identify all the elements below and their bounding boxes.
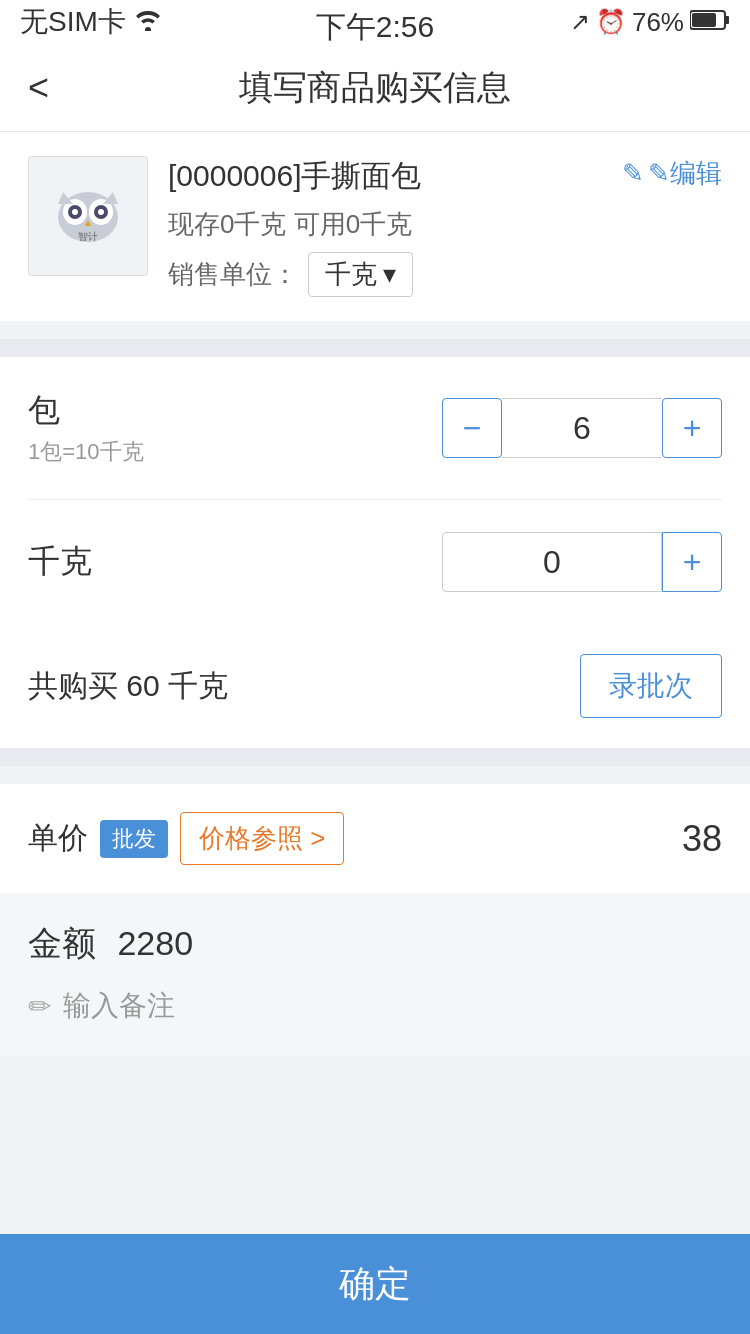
price-section: 单价 批发 价格参照 > 38 (0, 784, 750, 893)
total-text: 共购买 60 千克 (28, 666, 228, 707)
status-time: 下午2:56 (316, 7, 434, 48)
product-logo-icon: 智计 (53, 182, 123, 251)
product-stock: 现存0千克 可用0千克 (168, 207, 722, 242)
kg-row: 千克 + (28, 500, 722, 624)
product-name: [0000006]手撕面包 (168, 156, 622, 197)
wifi-icon (134, 6, 162, 38)
status-carrier: 无SIM卡 (20, 3, 162, 41)
svg-rect-2 (692, 13, 716, 27)
note-placeholder: 输入备注 (63, 987, 175, 1025)
unit-selector[interactable]: 千克 ▾ (308, 252, 413, 297)
price-label: 单价 批发 价格参照 > (28, 812, 344, 865)
pencil-icon: ✏ (28, 990, 51, 1023)
bao-minus-button[interactable]: − (442, 398, 502, 458)
confirm-text: 确定 (339, 1260, 411, 1309)
alarm-icon: ⏰ (596, 8, 626, 36)
svg-text:智计: 智计 (78, 231, 98, 242)
svg-point-9 (98, 209, 104, 215)
price-value: 38 (682, 818, 722, 860)
confirm-bar[interactable]: 确定 (0, 1234, 750, 1334)
unit-label: 销售单位： (168, 257, 298, 292)
carrier-text: 无SIM卡 (20, 3, 126, 41)
bao-stepper: − + (442, 398, 722, 458)
bao-input[interactable] (502, 398, 662, 458)
edit-icon: ✎ (622, 158, 644, 189)
kg-input[interactable] (442, 532, 662, 592)
bao-row: 包 1包=10千克 − + (28, 357, 722, 500)
note-row[interactable]: ✏ 输入备注 (28, 987, 722, 1055)
total-section: 共购买 60 千克 录批次 (0, 624, 750, 748)
amount-section: 金额 2280 ✏ 输入备注 (0, 893, 750, 1055)
price-type-tag: 批发 (100, 820, 168, 858)
divider-1 (0, 339, 750, 357)
kg-plus-button[interactable]: + (662, 532, 722, 592)
status-bar: 无SIM卡 下午2:56 ↗ ⏰ 76% (0, 0, 750, 44)
batch-button[interactable]: 录批次 (580, 654, 722, 718)
product-section: 智计 [0000006]手撕面包 ✎ ✎编辑 现存0千克 可用0千克 销售单位：… (0, 132, 750, 321)
input-section: 包 1包=10千克 − + 千克 + (0, 357, 750, 624)
svg-point-8 (72, 209, 78, 215)
divider-2 (0, 748, 750, 766)
kg-stepper: + (442, 532, 722, 592)
nav-bar: < 填写商品购买信息 (0, 44, 750, 132)
svg-rect-1 (725, 16, 729, 24)
amount-row: 金额 2280 (28, 921, 722, 987)
nav-title: 填写商品购买信息 (239, 65, 511, 111)
battery-icon (690, 7, 730, 38)
location-icon: ↗ (570, 8, 590, 36)
edit-button[interactable]: ✎ ✎编辑 (622, 156, 722, 191)
product-thumbnail: 智计 (28, 156, 148, 276)
battery-text: 76% (632, 7, 684, 38)
product-unit-row: 销售单位： 千克 ▾ (168, 252, 722, 297)
kg-label: 千克 (28, 540, 92, 584)
status-right: ↗ ⏰ 76% (570, 7, 730, 38)
bao-label: 包 1包=10千克 (28, 389, 144, 467)
bao-plus-button[interactable]: + (662, 398, 722, 458)
back-button[interactable]: < (28, 67, 49, 109)
price-ref-button[interactable]: 价格参照 > (180, 812, 344, 865)
dropdown-icon: ▾ (383, 259, 396, 290)
product-info: [0000006]手撕面包 ✎ ✎编辑 现存0千克 可用0千克 销售单位： 千克… (168, 156, 722, 297)
